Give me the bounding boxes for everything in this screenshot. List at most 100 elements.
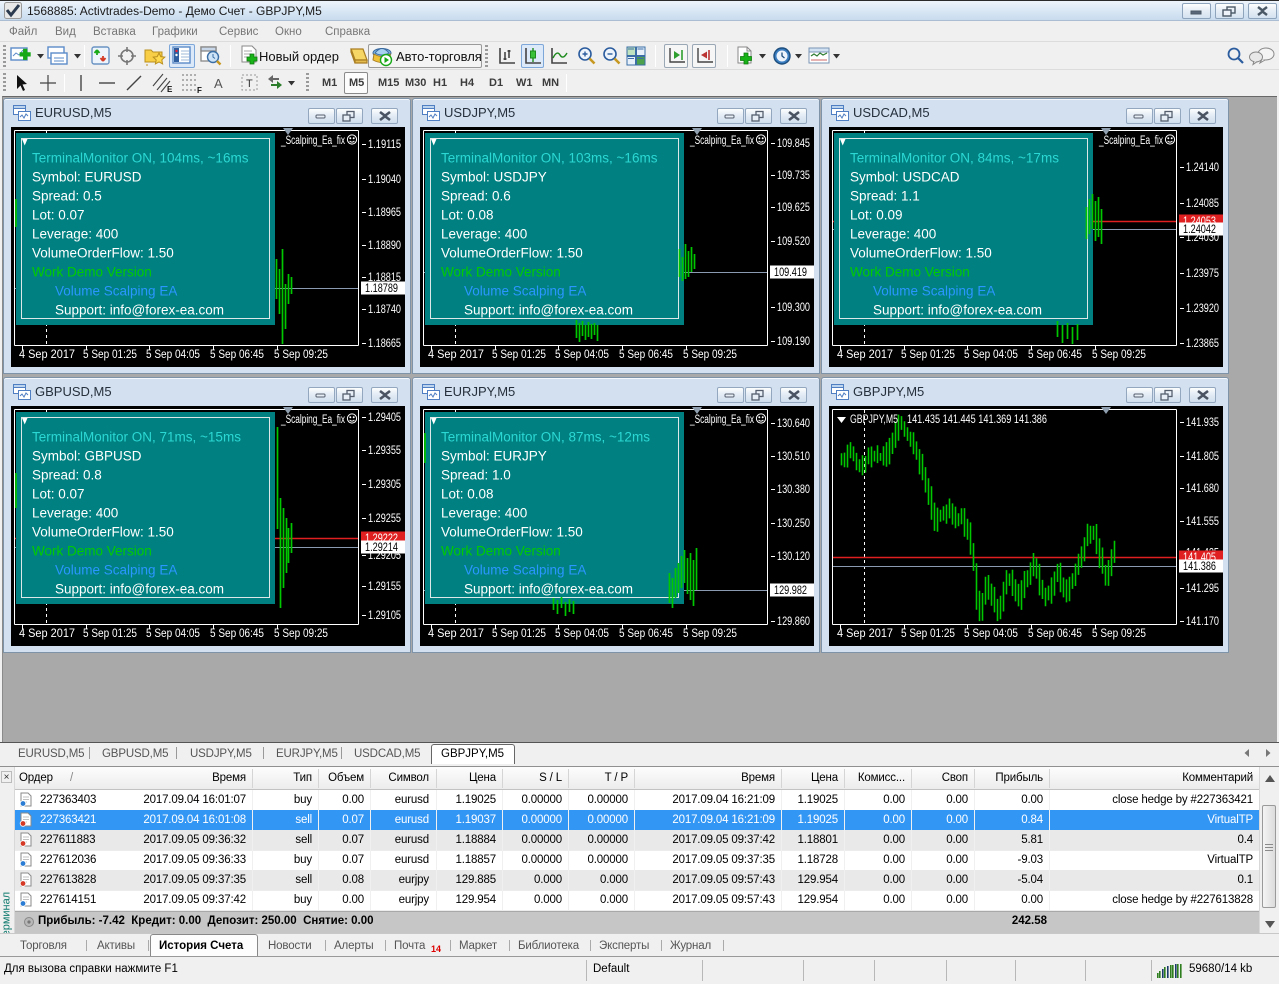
svg-text:5 Sep 01:25: 5 Sep 01:25 — [901, 349, 955, 361]
svg-text:Spread: 0.5: Spread: 0.5 — [32, 189, 102, 204]
svg-text:141.680: 141.680 — [1186, 483, 1219, 495]
svg-text:Volume Scalping EA: Volume Scalping EA — [464, 563, 586, 578]
svg-text:_Scalping_Ea_fix: _Scalping_Ea_fix — [280, 414, 345, 426]
svg-text:Symbol: USDCAD: Symbol: USDCAD — [850, 170, 960, 185]
svg-text:Lot: 0.09: Lot: 0.09 — [850, 208, 903, 223]
svg-text:1.23920: 1.23920 — [1186, 303, 1219, 315]
svg-text:Symbol: USDJPY: Symbol: USDJPY — [441, 170, 547, 185]
svg-text:Lot: 0.07: Lot: 0.07 — [32, 208, 85, 223]
svg-text:Spread: 1.1: Spread: 1.1 — [850, 189, 920, 204]
svg-text:Symbol: EURJPY: Symbol: EURJPY — [441, 449, 547, 464]
svg-text:_Scalping_Ea_fix: _Scalping_Ea_fix — [1098, 135, 1163, 147]
svg-text:Lot: 0.08: Lot: 0.08 — [441, 208, 494, 223]
svg-text:5 Sep 04:05: 5 Sep 04:05 — [146, 628, 200, 640]
svg-text:1.29214: 1.29214 — [365, 542, 398, 554]
svg-text:130.380: 130.380 — [777, 484, 810, 496]
svg-text:F: F — [197, 86, 202, 94]
svg-text:1.18665: 1.18665 — [368, 338, 401, 350]
svg-text:1.24085: 1.24085 — [1186, 198, 1219, 210]
svg-text:Work Demo Version: Work Demo Version — [850, 265, 970, 280]
svg-text:5 Sep 09:25: 5 Sep 09:25 — [1092, 349, 1146, 361]
svg-text:1.18789: 1.18789 — [365, 283, 398, 295]
svg-text:109.520: 109.520 — [777, 236, 810, 248]
svg-text:4 Sep 2017: 4 Sep 2017 — [837, 349, 893, 361]
svg-text:1.24140: 1.24140 — [1186, 162, 1219, 174]
svg-text:5 Sep 01:25: 5 Sep 01:25 — [492, 349, 546, 361]
svg-text:Leverage: 400: Leverage: 400 — [441, 227, 527, 242]
svg-text:Support: info@forex-ea.com: Support: info@forex-ea.com — [464, 303, 633, 318]
svg-text:5 Sep 06:45: 5 Sep 06:45 — [210, 349, 264, 361]
svg-text:141.805: 141.805 — [1186, 451, 1219, 463]
svg-text:Leverage: 400: Leverage: 400 — [32, 506, 118, 521]
svg-text:141.295: 141.295 — [1186, 583, 1219, 595]
svg-text:1.29405: 1.29405 — [368, 412, 401, 424]
svg-text:1.29105: 1.29105 — [368, 610, 401, 622]
svg-text:5 Sep 01:25: 5 Sep 01:25 — [901, 628, 955, 640]
svg-text:109.300: 109.300 — [777, 302, 810, 314]
svg-text:4 Sep 2017: 4 Sep 2017 — [428, 628, 484, 640]
svg-text:1.29305: 1.29305 — [368, 479, 401, 491]
svg-text:5 Sep 01:25: 5 Sep 01:25 — [83, 628, 137, 640]
svg-text:TerminalMonitor ON, 84ms, ~17m: TerminalMonitor ON, 84ms, ~17ms — [850, 151, 1059, 166]
svg-text:1.23865: 1.23865 — [1186, 338, 1219, 350]
svg-text:Support: info@forex-ea.com: Support: info@forex-ea.com — [464, 582, 633, 597]
svg-text:Volume Scalping EA: Volume Scalping EA — [464, 284, 586, 299]
svg-text:VolumeOrderFlow: 1.50: VolumeOrderFlow: 1.50 — [850, 246, 992, 261]
svg-text:1.29355: 1.29355 — [368, 445, 401, 457]
svg-text:129.860: 129.860 — [777, 616, 810, 628]
svg-text:1.24042: 1.24042 — [1183, 224, 1216, 236]
svg-text:Symbol: GBPUSD: Symbol: GBPUSD — [32, 449, 142, 464]
svg-text:5 Sep 04:05: 5 Sep 04:05 — [964, 628, 1018, 640]
svg-text:Volume Scalping EA: Volume Scalping EA — [873, 284, 995, 299]
svg-text:Volume Scalping EA: Volume Scalping EA — [55, 563, 177, 578]
svg-text:4 Sep 2017: 4 Sep 2017 — [19, 628, 75, 640]
svg-text:E: E — [167, 85, 173, 94]
svg-text:VolumeOrderFlow: 1.50: VolumeOrderFlow: 1.50 — [32, 525, 174, 540]
svg-text:1.18890: 1.18890 — [368, 240, 401, 252]
svg-text:130.250: 130.250 — [777, 518, 810, 530]
svg-text:GBPJPY,M5: GBPJPY,M5 — [850, 414, 898, 426]
svg-text:109.735: 109.735 — [777, 170, 810, 182]
svg-text:1.19115: 1.19115 — [368, 139, 401, 151]
svg-text:5 Sep 09:25: 5 Sep 09:25 — [274, 628, 328, 640]
svg-text:5 Sep 06:45: 5 Sep 06:45 — [619, 628, 673, 640]
svg-text:5 Sep 06:45: 5 Sep 06:45 — [619, 349, 673, 361]
svg-text:Leverage: 400: Leverage: 400 — [850, 227, 936, 242]
svg-text:5 Sep 09:25: 5 Sep 09:25 — [274, 349, 328, 361]
svg-text:Spread: 0.8: Spread: 0.8 — [32, 468, 102, 483]
svg-text:5 Sep 04:05: 5 Sep 04:05 — [555, 628, 609, 640]
svg-text:1.18965: 1.18965 — [368, 207, 401, 219]
svg-text:Work Demo Version: Work Demo Version — [441, 265, 561, 280]
svg-text:4 Sep 2017: 4 Sep 2017 — [428, 349, 484, 361]
svg-text:TerminalMonitor ON, 103ms, ~16: TerminalMonitor ON, 103ms, ~16ms — [441, 151, 658, 166]
svg-text:141.170: 141.170 — [1186, 616, 1219, 628]
svg-text:109.625: 109.625 — [777, 202, 810, 214]
svg-text:Work Demo Version: Work Demo Version — [32, 544, 152, 559]
svg-text:Leverage: 400: Leverage: 400 — [441, 506, 527, 521]
svg-text:_Scalping_Ea_fix: _Scalping_Ea_fix — [689, 135, 754, 147]
svg-text:VolumeOrderFlow: 1.50: VolumeOrderFlow: 1.50 — [441, 525, 583, 540]
svg-text:141.386: 141.386 — [1183, 561, 1216, 573]
svg-text:Support: info@forex-ea.com: Support: info@forex-ea.com — [873, 303, 1042, 318]
svg-text:5 Sep 09:25: 5 Sep 09:25 — [683, 349, 737, 361]
svg-text:_Scalping_Ea_fix: _Scalping_Ea_fix — [689, 414, 754, 426]
svg-text:5 Sep 06:45: 5 Sep 06:45 — [1028, 349, 1082, 361]
svg-text:4 Sep 2017: 4 Sep 2017 — [19, 349, 75, 361]
svg-text:109.845: 109.845 — [777, 138, 810, 150]
svg-text:5 Sep 09:25: 5 Sep 09:25 — [683, 628, 737, 640]
svg-text:TerminalMonitor ON, 104ms, ~16: TerminalMonitor ON, 104ms, ~16ms — [32, 151, 249, 166]
svg-text:Leverage: 400: Leverage: 400 — [32, 227, 118, 242]
svg-text:1.29255: 1.29255 — [368, 513, 401, 525]
svg-text:T: T — [246, 78, 253, 90]
svg-text:130.510: 130.510 — [777, 451, 810, 463]
svg-text:5 Sep 06:45: 5 Sep 06:45 — [210, 628, 264, 640]
svg-text:Support: info@forex-ea.com: Support: info@forex-ea.com — [55, 582, 224, 597]
svg-text:Symbol: EURUSD: Symbol: EURUSD — [32, 170, 142, 185]
svg-text:Lot: 0.07: Lot: 0.07 — [32, 487, 85, 502]
svg-text:Support: info@forex-ea.com: Support: info@forex-ea.com — [55, 303, 224, 318]
svg-text:VolumeOrderFlow: 1.50: VolumeOrderFlow: 1.50 — [441, 246, 583, 261]
svg-text:Spread: 1.0: Spread: 1.0 — [441, 468, 511, 483]
svg-text:Spread: 0.6: Spread: 0.6 — [441, 189, 511, 204]
svg-text:141.555: 141.555 — [1186, 516, 1219, 528]
svg-text:129.982: 129.982 — [774, 585, 807, 597]
